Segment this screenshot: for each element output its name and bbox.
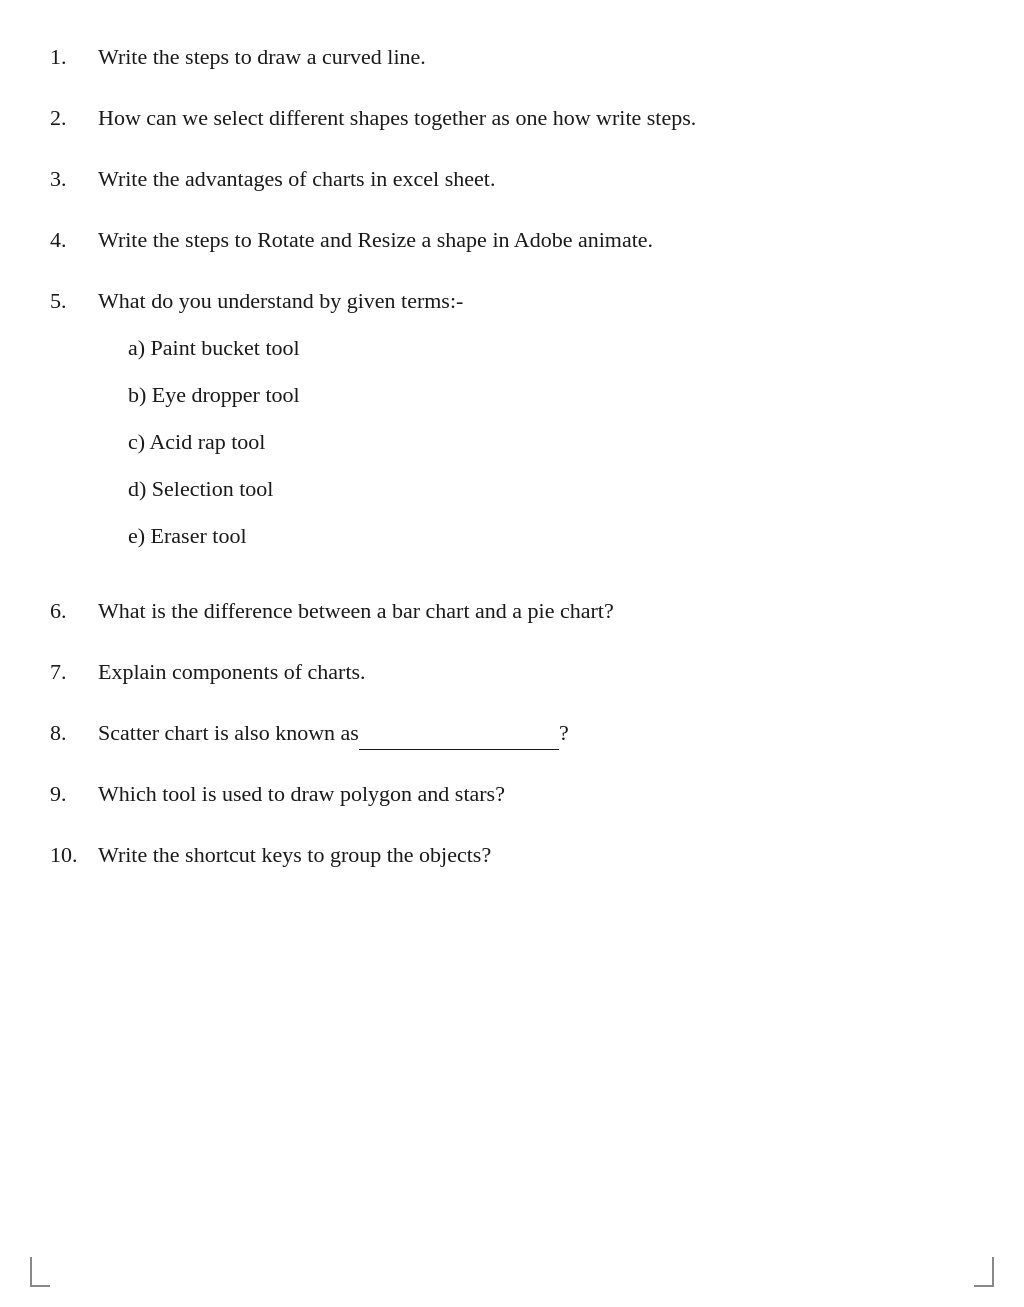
question-number: 2. — [50, 101, 98, 134]
question-text: Explain components of charts. — [98, 655, 974, 688]
sub-item: d) Selection tool — [128, 472, 974, 505]
question-number: 6. — [50, 594, 98, 627]
question-number: 9. — [50, 777, 98, 810]
question-text: Write the advantages of charts in excel … — [98, 162, 974, 195]
question-item: 4.Write the steps to Rotate and Resize a… — [50, 223, 974, 256]
sub-item: b) Eye dropper tool — [128, 378, 974, 411]
question-text: Which tool is used to draw polygon and s… — [98, 777, 974, 810]
question-number: 4. — [50, 223, 98, 256]
sub-item: e) Eraser tool — [128, 519, 974, 552]
question-text: What do you understand by given terms:-a… — [98, 284, 974, 566]
sub-item-list: a) Paint bucket tool b) Eye dropper tool c… — [98, 331, 974, 552]
fill-in-blank — [359, 716, 559, 750]
question-text: Scatter chart is also known as ? — [98, 716, 974, 749]
question-number: 1. — [50, 40, 98, 73]
question-text: Write the shortcut keys to group the obj… — [98, 838, 974, 871]
question-number: 3. — [50, 162, 98, 195]
question-item: 2.How can we select different shapes tog… — [50, 101, 974, 134]
sub-item: c) Acid rap tool — [128, 425, 974, 458]
question-number: 7. — [50, 655, 98, 688]
question-text: Write the steps to draw a curved line. — [98, 40, 974, 73]
question-number: 8. — [50, 716, 98, 749]
question-text: What is the difference between a bar cha… — [98, 594, 974, 627]
question-item: 7.Explain components of charts. — [50, 655, 974, 688]
question-item: 9.Which tool is used to draw polygon and… — [50, 777, 974, 810]
question-list: 1.Write the steps to draw a curved line.… — [50, 40, 974, 871]
question-item: 8.Scatter chart is also known as ? — [50, 716, 974, 749]
question-item: 6.What is the difference between a bar c… — [50, 594, 974, 627]
question-text: Write the steps to Rotate and Resize a s… — [98, 223, 974, 256]
corner-mark-bottom-right — [974, 1257, 994, 1287]
corner-mark-bottom-left — [30, 1257, 50, 1287]
sub-item: a) Paint bucket tool — [128, 331, 974, 364]
question-number: 5. — [50, 284, 98, 317]
question-item: 5.What do you understand by given terms:… — [50, 284, 974, 566]
question-item: 1.Write the steps to draw a curved line. — [50, 40, 974, 73]
question-item: 10.Write the shortcut keys to group the … — [50, 838, 974, 871]
question-item: 3.Write the advantages of charts in exce… — [50, 162, 974, 195]
question-number: 10. — [50, 838, 98, 871]
question-text: How can we select different shapes toget… — [98, 101, 974, 134]
